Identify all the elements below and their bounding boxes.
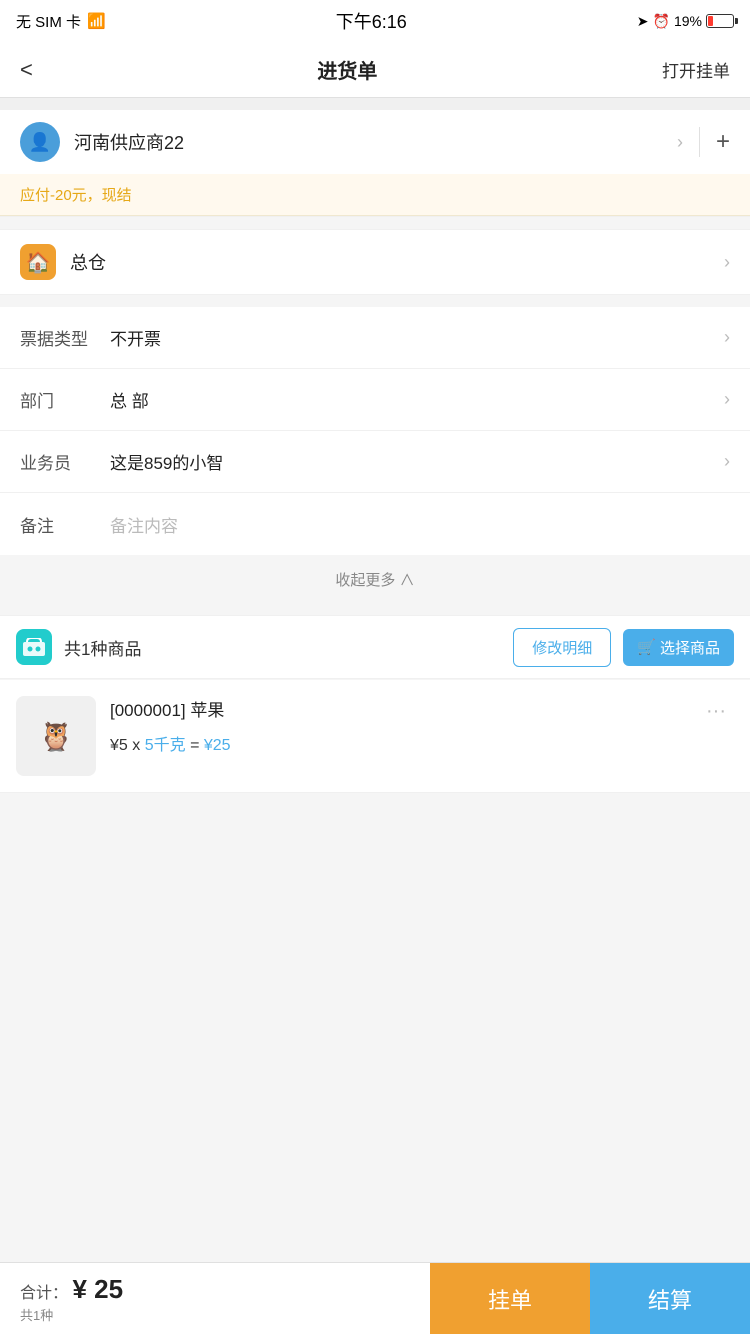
dept-row[interactable]: 部门 总 部 › [0,369,750,431]
bottom-bar: 合计： ¥ 25 共1种 挂单 结算 [0,1262,750,1334]
product-price: ¥5 x 5千克 = ¥25 [110,731,684,755]
bottom-spacer [0,793,750,865]
hang-button[interactable]: 挂单 [430,1263,590,1334]
page-title: 进货单 [317,55,377,84]
remark-row[interactable]: 备注 备注内容 [0,493,750,555]
product-count: 共1种商品 [64,635,501,660]
invoice-label: 票据类型 [20,325,110,350]
product-total: ¥25 [204,737,231,754]
total-row: 合计： ¥ 25 [20,1274,410,1305]
avatar-icon: 👤 [29,132,51,153]
status-bar: 无 SIM 卡 📶 下午6:16 ➤ ⏰ 19% [0,0,750,42]
warehouse-icon: 🏠 [20,244,56,280]
form-section: 票据类型 不开票 › 部门 总 部 › 业务员 这是859的小智 › 备注 备注… [0,307,750,555]
product-info: [0000001] 苹果 ¥5 x 5千克 = ¥25 [110,696,684,755]
sales-chevron-icon: › [724,451,730,472]
alarm-icon: ⏰ [653,13,670,30]
unit-price: ¥5 [110,737,128,754]
remark-placeholder: 备注内容 [110,512,730,537]
invoice-row[interactable]: 票据类型 不开票 › [0,307,750,369]
product-item: 🦉 [0000001] 苹果 ¥5 x 5千克 = ¥25 ··· [0,680,750,793]
products-header: 共1种商品 修改明细 🛒 选择商品 [0,615,750,679]
battery-icon [706,14,734,28]
supplier-divider [699,127,700,157]
supplier-chevron-icon: › [677,132,683,153]
product-title: 苹果 [190,701,224,720]
sales-row[interactable]: 业务员 这是859的小智 › [0,431,750,493]
select-product-label: 选择商品 [660,637,720,658]
select-product-icon: 🛒 [637,638,656,656]
product-thumbnail: 🦉 [16,696,96,776]
total-section: 合计： ¥ 25 共1种 [0,1274,430,1324]
product-quantity: 5千克 [145,737,186,754]
supplier-name: 河南供应商22 [74,129,677,155]
invoice-chevron-icon: › [724,327,730,348]
sales-label: 业务员 [20,449,110,474]
supplier-section: 👤 河南供应商22 › + 应付-20元，现结 [0,110,750,217]
sales-value: 这是859的小智 [110,449,724,474]
location-icon: ➤ [637,13,649,30]
product-name: [0000001] 苹果 [110,696,684,721]
status-right: ➤ ⏰ 19% [637,13,734,30]
supplier-row[interactable]: 👤 河南供应商22 › + [0,110,750,174]
warehouse-chevron-icon: › [724,252,730,273]
status-time: 下午6:16 [336,8,407,34]
edit-detail-button[interactable]: 修改明细 [513,628,611,667]
warehouse-name: 总仓 [70,249,724,275]
remark-label: 备注 [20,512,110,537]
back-button[interactable]: < [20,57,33,83]
add-supplier-button[interactable]: + [716,128,730,156]
product-thumb-icon: 🦉 [39,720,74,753]
nav-bar: < 进货单 打开挂单 [0,42,750,98]
products-icon [16,629,52,665]
top-divider [0,98,750,110]
price-separator: x [132,737,144,754]
warehouse-section: 🏠 总仓 › [0,229,750,295]
status-left: 无 SIM 卡 📶 [16,11,106,32]
open-hang-button[interactable]: 打开挂单 [662,57,730,82]
dept-value: 总 部 [110,387,724,412]
invoice-value: 不开票 [110,325,724,350]
total-count: 共1种 [20,1305,410,1324]
collapse-bar[interactable]: 收起更多 ∧ [0,555,750,603]
total-label: 合计： [20,1285,68,1302]
battery-fill [708,16,713,26]
battery-percent: 19% [674,13,702,29]
total-amount: ¥ 25 [72,1274,123,1304]
dept-label: 部门 [20,387,110,412]
carrier-label: 无 SIM 卡 [16,11,81,32]
product-more-button[interactable]: ··· [698,696,734,727]
checkout-button[interactable]: 结算 [590,1263,750,1334]
dept-chevron-icon: › [724,389,730,410]
equals-sign: = [190,737,204,754]
warehouse-row[interactable]: 🏠 总仓 › [0,230,750,294]
wifi-icon: 📶 [87,12,106,30]
notice-bar: 应付-20元，现结 [0,174,750,216]
supplier-avatar: 👤 [20,122,60,162]
product-code: [0000001] [110,701,186,720]
select-product-button[interactable]: 🛒 选择商品 [623,629,734,666]
